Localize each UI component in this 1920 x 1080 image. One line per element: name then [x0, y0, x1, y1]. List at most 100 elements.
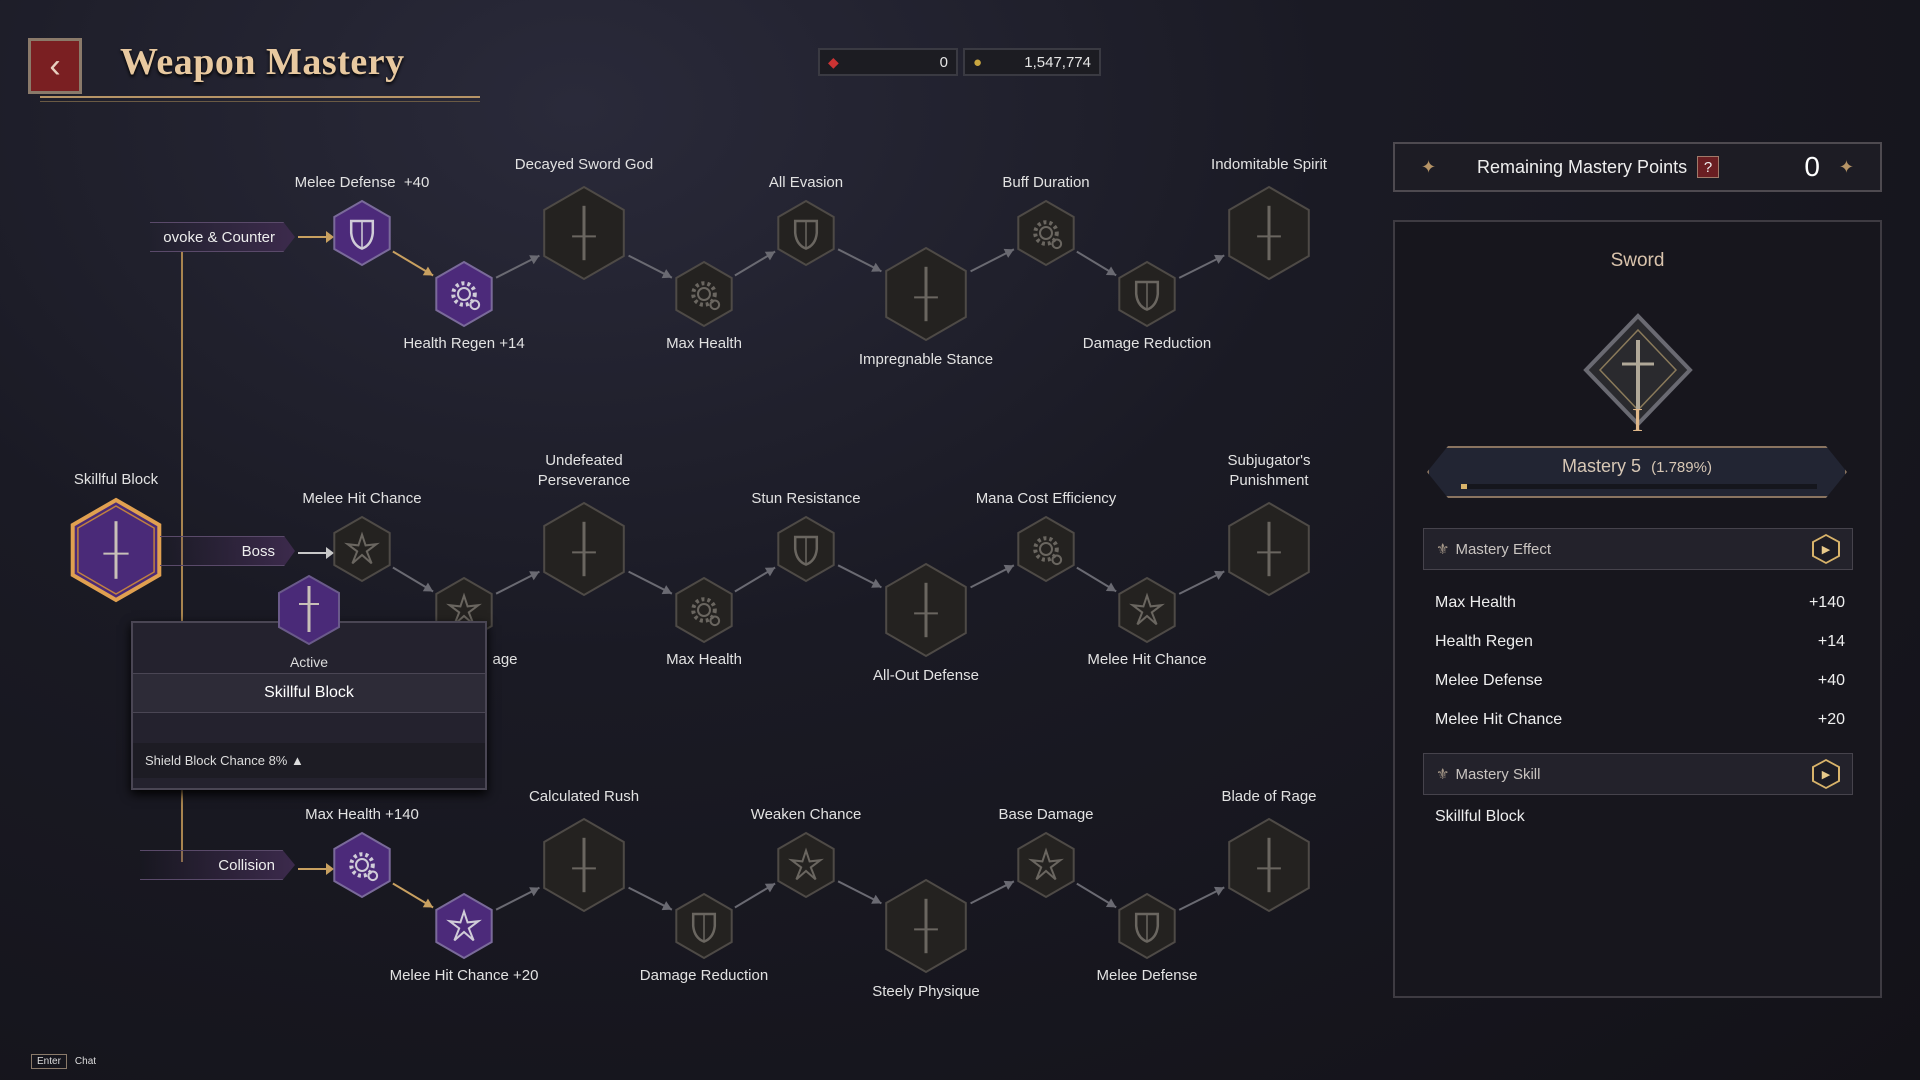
skill-node[interactable]: [777, 515, 835, 583]
hex-frame: [1017, 831, 1075, 899]
branch-tab-provoke-counter[interactable]: ovoke & Counter: [150, 222, 295, 252]
back-arrow-icon: ‹: [49, 46, 61, 85]
skill-node[interactable]: [543, 501, 625, 597]
skill-node[interactable]: [435, 892, 493, 960]
effect-value: +14: [1817, 633, 1845, 650]
gold-count: 1,547,774: [1024, 53, 1091, 71]
branch-tab-boss[interactable]: Boss: [160, 536, 295, 566]
skill-node[interactable]: [333, 831, 391, 899]
hex-frame: [333, 831, 391, 899]
skill-node[interactable]: [333, 515, 391, 583]
hex-frame: [435, 892, 493, 960]
remaining-points-label: Remaining Mastery Points: [1477, 156, 1688, 177]
skill-node-label: Decayed Sword God: [514, 156, 654, 173]
hex-frame: [675, 576, 733, 644]
skill-node-label: Melee Defense +40: [294, 174, 430, 191]
skill-node-label: Weaken Chance: [750, 806, 862, 823]
skill-node-label: Melee Hit Chance: [1087, 651, 1207, 668]
skill-tooltip: Active Skillful Block Shield Block Chanc…: [131, 621, 487, 790]
skill-node-label: All-Out Defense: [873, 667, 979, 684]
section-title: Mastery Effect: [1455, 540, 1552, 558]
tooltip-skill-name: Skillful Block: [133, 673, 485, 713]
tooltip-status: Active: [289, 654, 329, 670]
effect-value: +20: [1817, 711, 1845, 728]
branch-tab-collision[interactable]: Collision: [140, 850, 295, 880]
weapon-name: Sword: [1610, 250, 1665, 271]
skill-node[interactable]: [777, 199, 835, 267]
tooltip-effect: Shield Block Chance 8% ▲: [133, 743, 485, 778]
enter-key[interactable]: Enter: [31, 1054, 67, 1069]
mastery-skill-header: ⚜ Mastery Skill ▶: [1423, 753, 1853, 795]
back-button[interactable]: ‹: [28, 38, 82, 94]
ornament-star-icon: ✦: [1838, 156, 1854, 177]
mastery-progress-fill: [1461, 484, 1468, 489]
root-node-label: Skillful Block: [73, 471, 159, 488]
hex-frame: [675, 260, 733, 328]
skill-node[interactable]: [1228, 501, 1310, 597]
skill-node[interactable]: [543, 185, 625, 281]
branch-tab-label: Boss: [241, 542, 275, 560]
skill-node[interactable]: [1017, 199, 1075, 267]
mastery-effect-row: Max Health +140: [1435, 594, 1845, 612]
hex-frame: [333, 515, 391, 583]
skill-node-label: Undefeated Perseverance: [537, 452, 631, 489]
help-button[interactable]: ?: [1697, 156, 1720, 178]
gold-currency: ● 1,547,774: [963, 48, 1101, 76]
skill-node-label: Melee Defense: [1096, 967, 1198, 984]
skill-node-label: Buff Duration: [1002, 174, 1090, 191]
mastery-level: Mastery 5: [1562, 456, 1642, 476]
mastery-effect-row: Health Regen +14: [1435, 633, 1845, 651]
skill-node[interactable]: [1017, 831, 1075, 899]
mastery-panel: Sword I Mastery 5 (1.789%) ⚜ Mastery Effe…: [1393, 220, 1882, 998]
effect-name: Melee Defense: [1435, 672, 1543, 689]
skill-node[interactable]: [1118, 260, 1176, 328]
skill-node[interactable]: [885, 246, 967, 342]
skill-node-label: Subjugator's Punishment: [1227, 452, 1311, 489]
mastery-skill-play-button[interactable]: ▶: [1812, 759, 1840, 789]
hex-frame: [1017, 199, 1075, 267]
effect-name: Health Regen: [1435, 633, 1533, 650]
skill-node-label: Melee Hit Chance +20: [389, 967, 539, 984]
skill-node[interactable]: [1118, 576, 1176, 644]
skill-node[interactable]: [885, 878, 967, 974]
skill-node[interactable]: [1228, 185, 1310, 281]
fleur-icon: ⚜: [1436, 541, 1450, 558]
skill-node[interactable]: [675, 892, 733, 960]
skill-node[interactable]: [333, 199, 391, 267]
gem-currency: ◆ 0: [818, 48, 958, 76]
skill-node[interactable]: [777, 831, 835, 899]
effect-value: +40: [1817, 672, 1845, 689]
skill-name: Skillful Block: [1435, 808, 1525, 825]
hex-frame: [777, 831, 835, 899]
skill-node-label: Max Health: [666, 651, 742, 668]
skill-node[interactable]: [1118, 892, 1176, 960]
gem-count: 0: [939, 53, 948, 71]
arrow-head-icon: [326, 863, 334, 875]
ornament-star-icon: ✦: [1421, 156, 1437, 177]
active-skill-icon: [278, 574, 340, 646]
skill-node-label: All Evasion: [768, 174, 844, 191]
mastery-effect-row: Melee Defense +40: [1435, 672, 1845, 690]
mastery-effect-play-button[interactable]: ▶: [1812, 534, 1840, 564]
effect-name: Max Health: [1435, 594, 1516, 611]
skill-node[interactable]: [675, 576, 733, 644]
skill-node-label: Blade of Rage: [1221, 788, 1317, 805]
skill-node[interactable]: [435, 260, 493, 328]
effect-value: +140: [1808, 594, 1845, 611]
hex-frame: [435, 260, 493, 328]
hex-frame: [1118, 576, 1176, 644]
skill-node-label: Damage Reduction: [639, 967, 769, 984]
skill-node-label: Health Regen +14: [403, 335, 525, 352]
skill-node[interactable]: [675, 260, 733, 328]
skill-node[interactable]: [1017, 515, 1075, 583]
arrow-head-icon: [326, 231, 334, 243]
remaining-points-value: 0: [1804, 151, 1820, 182]
skill-node[interactable]: [1228, 817, 1310, 913]
title-ornament: [40, 96, 480, 102]
play-icon: ▶: [1814, 536, 1838, 562]
skill-node[interactable]: [885, 562, 967, 658]
skill-node[interactable]: [543, 817, 625, 913]
mastery-effect-header: ⚜ Mastery Effect ▶: [1423, 528, 1853, 570]
skill-node-label: Mana Cost Efficiency: [975, 490, 1117, 507]
mastery-skill-item[interactable]: Skillful Block: [1435, 808, 1845, 826]
